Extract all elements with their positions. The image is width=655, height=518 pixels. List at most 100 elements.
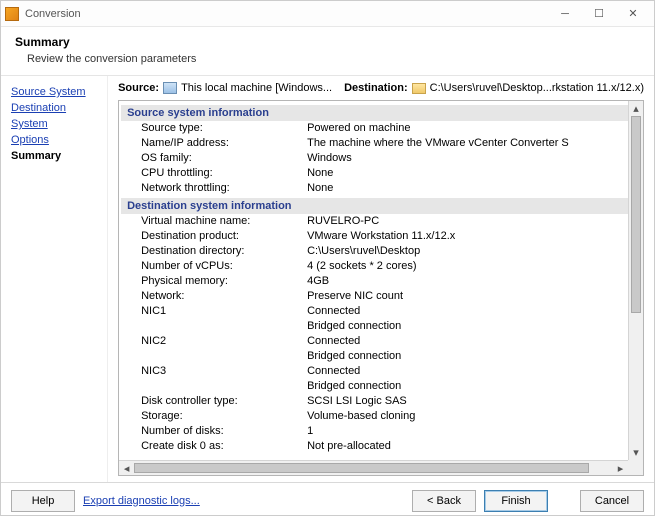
summary-row: Bridged connection: [121, 379, 628, 394]
summary-value: Windows: [307, 151, 622, 166]
summary-key: NIC3: [127, 364, 307, 379]
help-button[interactable]: Help: [11, 490, 75, 512]
summary-key: Destination product:: [127, 229, 307, 244]
body: Source SystemDestination SystemOptionsSu…: [1, 76, 654, 482]
summary-value: 1: [307, 424, 622, 439]
horizontal-scrollbar[interactable]: ◂ ▸: [119, 460, 628, 475]
close-button[interactable]: ✕: [616, 4, 650, 24]
back-button[interactable]: < Back: [412, 490, 476, 512]
summary-row: Virtual machine name:RUVELRO-PC: [121, 214, 628, 229]
summary-value: RUVELRO-PC: [307, 214, 622, 229]
summary-value: Not pre-allocated: [307, 439, 622, 454]
folder-icon: [412, 83, 426, 94]
source-label: Source:: [118, 82, 159, 94]
export-logs-link[interactable]: Export diagnostic logs...: [83, 495, 200, 507]
summary-key: Name/IP address:: [127, 136, 307, 151]
destination-label: Destination:: [344, 82, 408, 94]
summary-row: OS family:Windows: [121, 151, 628, 166]
summary-key: Network throttling:: [127, 181, 307, 196]
summary-value: None: [307, 166, 622, 181]
minimize-button[interactable]: ─: [548, 4, 582, 24]
summary-row: Network:Preserve NIC count: [121, 289, 628, 304]
cancel-button[interactable]: Cancel: [580, 490, 644, 512]
summary-value: Preserve NIC count: [307, 289, 622, 304]
main-panel: Source: This local machine [Windows... D…: [108, 76, 654, 482]
summary-value: VMware Workstation 11.x/12.x: [307, 229, 622, 244]
summary-key: Source type:: [127, 121, 307, 136]
summary-row: Disk controller type:SCSI LSI Logic SAS: [121, 394, 628, 409]
summary-key: Network:: [127, 289, 307, 304]
summary-row: Destination product:VMware Workstation 1…: [121, 229, 628, 244]
destination-value: C:\Users\ruvel\Desktop...rkstation 11.x/…: [430, 82, 644, 94]
summary-value: C:\Users\ruvel\Desktop: [307, 244, 622, 259]
summary-row: CPU throttling:None: [121, 166, 628, 181]
summary-value: The machine where the VMware vCenter Con…: [307, 136, 622, 151]
summary-row: Name/IP address:The machine where the VM…: [121, 136, 628, 151]
summary-value: Bridged connection: [307, 349, 622, 364]
page-subtitle: Review the conversion parameters: [27, 53, 640, 65]
page-title: Summary: [15, 35, 640, 49]
scroll-thumb[interactable]: [134, 463, 589, 473]
summary-value: 4GB: [307, 274, 622, 289]
summary-row: Bridged connection: [121, 349, 628, 364]
summary-row: Create disk 0 as:Not pre-allocated: [121, 439, 628, 454]
footer: Help Export diagnostic logs... < Back Fi…: [1, 482, 654, 518]
summary-key: [127, 319, 307, 334]
summary-key: Number of vCPUs:: [127, 259, 307, 274]
summary-row: NIC3Connected: [121, 364, 628, 379]
source-dest-bar: Source: This local machine [Windows... D…: [118, 82, 644, 94]
summary-row: Number of disks:1: [121, 424, 628, 439]
summary-content: Source system informationSource type:Pow…: [119, 101, 628, 460]
summary-row: Destination directory:C:\Users\ruvel\Des…: [121, 244, 628, 259]
summary-key: Create disk 0 as:: [127, 439, 307, 454]
wizard-step[interactable]: Source System: [11, 84, 97, 100]
app-icon: [5, 7, 19, 21]
scroll-thumb[interactable]: [631, 116, 641, 313]
summary-value: None: [307, 181, 622, 196]
scroll-track[interactable]: [134, 461, 613, 475]
scroll-corner: [628, 460, 643, 475]
section-header: Source system information: [121, 105, 628, 121]
summary-key: [127, 379, 307, 394]
scroll-down-icon[interactable]: ▾: [629, 445, 643, 460]
scroll-up-icon[interactable]: ▴: [629, 101, 643, 116]
summary-value: Connected: [307, 364, 622, 379]
wizard-step[interactable]: Destination System: [11, 100, 97, 132]
summary-row: Bridged connection: [121, 319, 628, 334]
source-value: This local machine [Windows...: [181, 82, 332, 94]
summary-key: Storage:: [127, 409, 307, 424]
summary-value: SCSI LSI Logic SAS: [307, 394, 622, 409]
summary-key: OS family:: [127, 151, 307, 166]
summary-value: Connected: [307, 304, 622, 319]
computer-icon: [163, 82, 177, 94]
maximize-button[interactable]: ☐: [582, 4, 616, 24]
summary-key: [127, 349, 307, 364]
wizard-steps: Source SystemDestination SystemOptionsSu…: [1, 76, 108, 482]
scroll-left-icon[interactable]: ◂: [119, 461, 134, 475]
vertical-scrollbar[interactable]: ▴ ▾: [628, 101, 643, 460]
wizard-step[interactable]: Options: [11, 132, 97, 148]
wizard-step: Summary: [11, 148, 97, 164]
header: Summary Review the conversion parameters: [1, 27, 654, 76]
window-controls: ─ ☐ ✕: [548, 4, 650, 24]
summary-row: Network throttling:None: [121, 181, 628, 196]
summary-value: Powered on machine: [307, 121, 622, 136]
summary-value: Bridged connection: [307, 379, 622, 394]
summary-pane: Source system informationSource type:Pow…: [118, 100, 644, 476]
window-title: Conversion: [25, 8, 81, 20]
scroll-right-icon[interactable]: ▸: [613, 461, 628, 475]
summary-value: Volume-based cloning: [307, 409, 622, 424]
summary-value: Bridged connection: [307, 319, 622, 334]
summary-key: Destination directory:: [127, 244, 307, 259]
summary-key: Disk controller type:: [127, 394, 307, 409]
summary-value: 4 (2 sockets * 2 cores): [307, 259, 622, 274]
summary-key: NIC1: [127, 304, 307, 319]
summary-key: Physical memory:: [127, 274, 307, 289]
scroll-track[interactable]: [629, 116, 643, 445]
summary-row: NIC1Connected: [121, 304, 628, 319]
finish-button[interactable]: Finish: [484, 490, 548, 512]
summary-key: Number of disks:: [127, 424, 307, 439]
section-header: Destination system information: [121, 198, 628, 214]
summary-row: NIC2Connected: [121, 334, 628, 349]
summary-row: Number of vCPUs:4 (2 sockets * 2 cores): [121, 259, 628, 274]
